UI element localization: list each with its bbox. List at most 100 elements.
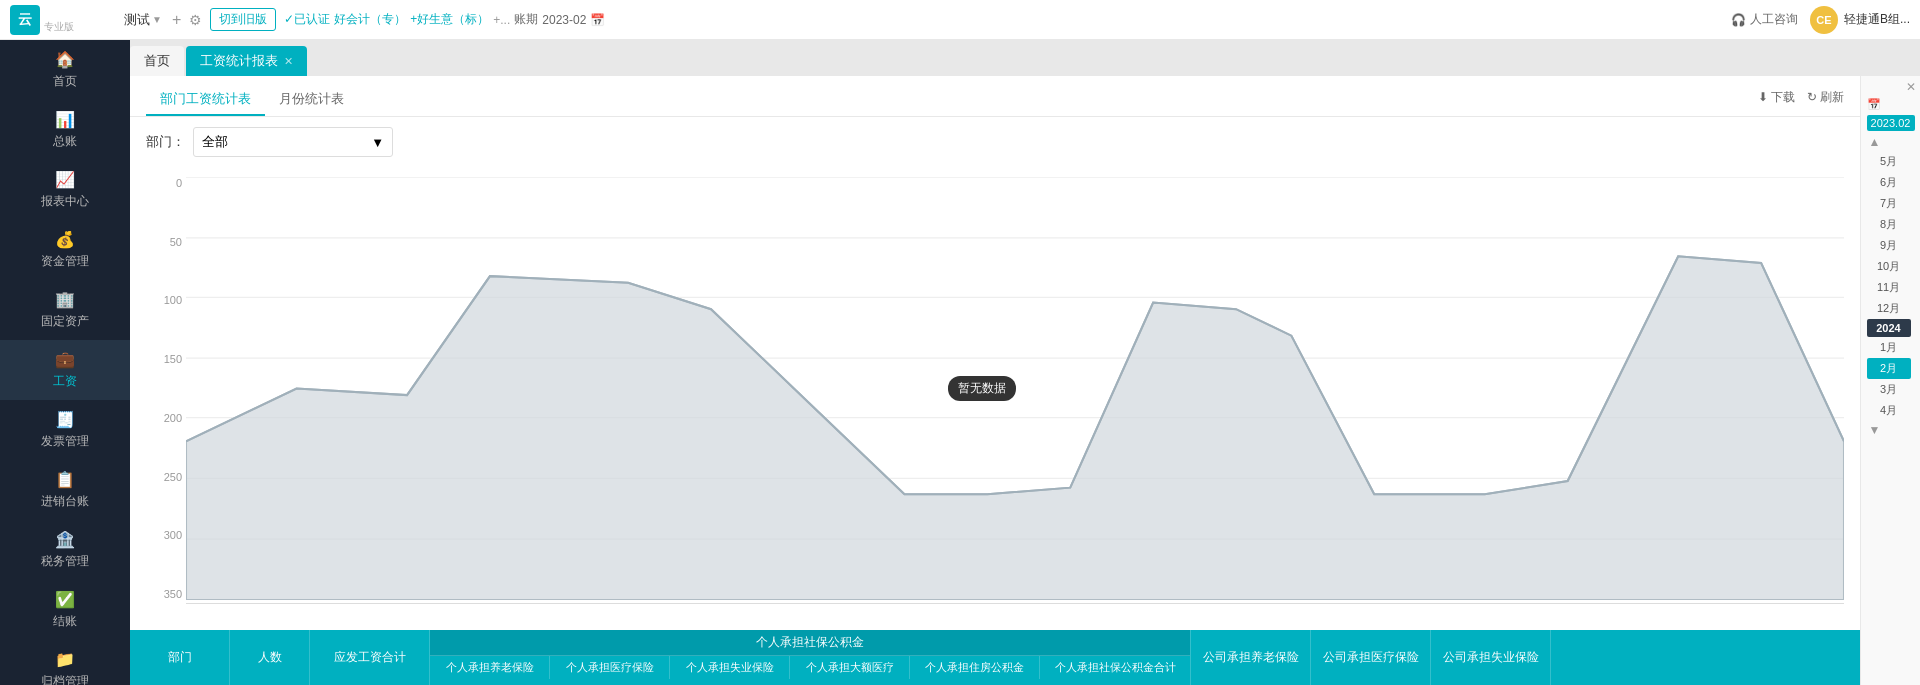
tab-bar: 首页 工资统计报表 ✕ xyxy=(130,40,1920,76)
sidebar-item-label-salary: 工资 xyxy=(53,373,77,390)
rp-month-3[interactable]: 3月 xyxy=(1867,379,1911,400)
rp-month-4[interactable]: 4月 xyxy=(1867,400,1911,421)
rp-month-12[interactable]: 12月 xyxy=(1867,298,1911,319)
salary-icon: 💼 xyxy=(55,350,75,369)
chart-area-fill xyxy=(186,256,1844,600)
sidebar-item-invoice-management[interactable]: 🧾 发票管理 xyxy=(0,400,130,460)
human-consult-btn[interactable]: 🎧 人工咨询 xyxy=(1731,11,1798,28)
right-panel-year: 2023.02 xyxy=(1867,115,1915,131)
add-icon[interactable]: + xyxy=(172,11,181,29)
table-header: 部门 人数 应发工资合计 个人承担社保公积金 个人承担养老保险 个人承担医疗保险 xyxy=(130,630,1860,685)
rp-month-6[interactable]: 6月 xyxy=(1867,172,1911,193)
sidebar-item-home[interactable]: 🏠 首页 xyxy=(0,40,130,100)
th-group-personal-header: 个人承担社保公积金 xyxy=(430,630,1190,656)
chevron-down-icon[interactable]: ▼ xyxy=(152,14,162,25)
th-personal-medical: 个人承担医疗保险 xyxy=(550,656,670,679)
th-group-personal: 个人承担社保公积金 个人承担养老保险 个人承担医疗保险 个人承担失业保险 个人承… xyxy=(430,630,1191,685)
rp-month-9[interactable]: 9月 xyxy=(1867,235,1911,256)
sales-ledger-icon: 📋 xyxy=(55,470,75,489)
headset-icon: 🎧 xyxy=(1731,13,1746,27)
y-label-250: 250 xyxy=(146,471,186,483)
tab-salary-report[interactable]: 工资统计报表 ✕ xyxy=(186,46,307,76)
app-title: 畅捷通好会计 专业版 xyxy=(44,5,116,33)
dept-select[interactable]: 全部 ▼ xyxy=(193,127,393,157)
tag-good-business: +好生意（标） xyxy=(410,11,489,28)
tag-good-account: 好会计（专） xyxy=(334,11,406,28)
th-company-unemployment-label: 公司承担失业保险 xyxy=(1443,649,1539,666)
calendar-icon[interactable]: 📅 xyxy=(590,13,605,27)
rp-month-11[interactable]: 11月 xyxy=(1867,277,1911,298)
fund-management-icon: 💰 xyxy=(55,230,75,249)
refresh-icon: ↻ xyxy=(1807,90,1817,104)
switch-btn[interactable]: 切到旧版 xyxy=(210,8,276,31)
y-label-350: 350 xyxy=(146,588,186,600)
sidebar-item-label-fund-management: 资金管理 xyxy=(41,253,89,270)
sidebar-item-settlement[interactable]: ✅ 结账 xyxy=(0,580,130,640)
settings-icon[interactable]: ⚙ xyxy=(189,12,202,28)
general-ledger-icon: 📊 xyxy=(55,110,75,129)
archive-management-icon: 📁 xyxy=(55,650,75,669)
sidebar-item-label-tax-management: 税务管理 xyxy=(41,553,89,570)
human-consult-label: 人工咨询 xyxy=(1750,11,1798,28)
rp-month-1[interactable]: 1月 xyxy=(1867,337,1911,358)
chart-svg xyxy=(186,177,1844,600)
download-btn[interactable]: ⬇ 下载 xyxy=(1758,89,1795,106)
tag-period-value: 2023-02 xyxy=(542,13,586,27)
content-area: 首页 工资统计报表 ✕ 部门工资统计表 月份统计表 xyxy=(130,40,1920,685)
th-company-unemployment: 公司承担失业保险 xyxy=(1431,630,1551,685)
right-panel-top: 📅 2023.02 ▲ 5月 6月 7月 8月 9月 10月 11月 12月 2… xyxy=(1867,98,1915,439)
top-header: 云 畅捷通好会计 专业版 测试 ▼ + ⚙ 切到旧版 ✓已认证 好会计（专） +… xyxy=(0,0,1920,40)
refresh-btn[interactable]: ↻ 刷新 xyxy=(1807,89,1844,106)
sidebar-item-report-center[interactable]: 📈 报表中心 xyxy=(0,160,130,220)
tab-close-icon[interactable]: ✕ xyxy=(284,55,293,68)
th-dept: 部门 xyxy=(130,630,230,685)
sidebar-item-tax-management[interactable]: 🏦 税务管理 xyxy=(0,520,130,580)
refresh-label: 刷新 xyxy=(1820,89,1844,106)
status-tags: ✓已认证 好会计（专） +好生意（标） +... 账期 2023-02 📅 xyxy=(284,11,605,28)
rp-arrow-down[interactable]: ▼ xyxy=(1867,421,1915,439)
sidebar-item-label-home: 首页 xyxy=(53,73,77,90)
report-center-icon: 📈 xyxy=(55,170,75,189)
download-label: 下载 xyxy=(1771,89,1795,106)
th-personal-housing-fund: 个人承担住房公积金 xyxy=(910,656,1040,679)
sub-tab-bar: 部门工资统计表 月份统计表 ⬇ 下载 ↻ 刷新 xyxy=(130,76,1860,117)
download-icon: ⬇ xyxy=(1758,90,1768,104)
inner-with-panel: 部门工资统计表 月份统计表 ⬇ 下载 ↻ 刷新 xyxy=(130,76,1920,685)
tab-home[interactable]: 首页 xyxy=(130,46,184,76)
invoice-management-icon: 🧾 xyxy=(55,410,75,429)
chart-svg-area: 暂无数据 xyxy=(186,177,1844,620)
tag-more: +... xyxy=(493,13,510,27)
right-panel-header: 📅 xyxy=(1867,98,1915,111)
th-personal-total: 个人承担社保公积金合计 xyxy=(1040,656,1190,679)
sub-tab-monthly-salary[interactable]: 月份统计表 xyxy=(265,84,358,116)
sidebar-item-fixed-assets[interactable]: 🏢 固定资产 xyxy=(0,280,130,340)
sidebar-item-general-ledger[interactable]: 📊 总账 xyxy=(0,100,130,160)
sub-tab-dept-salary[interactable]: 部门工资统计表 xyxy=(146,84,265,116)
header-actions: + ⚙ 切到旧版 ✓已认证 好会计（专） +好生意（标） +... 账期 202… xyxy=(172,8,605,31)
th-payable-salary: 应发工资合计 xyxy=(310,630,430,685)
tag-period-label: 账期 xyxy=(514,11,538,28)
sidebar-item-label-fixed-assets: 固定资产 xyxy=(41,313,89,330)
sidebar-item-archive-management[interactable]: 📁 归档管理 xyxy=(0,640,130,685)
chart-wrapper: 350 300 250 200 150 100 50 0 xyxy=(146,177,1844,620)
sidebar-item-fund-management[interactable]: 💰 资金管理 xyxy=(0,220,130,280)
sidebar: 🏠 首页 📊 总账 📈 报表中心 💰 资金管理 🏢 固定资产 💼 工资 🧾 发票… xyxy=(0,40,130,685)
sidebar-item-salary[interactable]: 💼 工资 xyxy=(0,340,130,400)
th-personal-unemployment: 个人承担失业保险 xyxy=(670,656,790,679)
sidebar-item-label-sales-ledger: 进销台账 xyxy=(41,493,89,510)
user-info[interactable]: CE 轻捷通B组... xyxy=(1810,6,1910,34)
rp-month-7[interactable]: 7月 xyxy=(1867,193,1911,214)
sidebar-item-sales-ledger[interactable]: 📋 进销台账 xyxy=(0,460,130,520)
right-panel-close-btn[interactable]: ✕ xyxy=(1906,80,1916,94)
th-headcount-label: 人数 xyxy=(258,649,282,666)
rp-month-8[interactable]: 8月 xyxy=(1867,214,1911,235)
main-layout: 🏠 首页 📊 总账 📈 报表中心 💰 资金管理 🏢 固定资产 💼 工资 🧾 发票… xyxy=(0,40,1920,685)
rp-month-2[interactable]: 2月 xyxy=(1867,358,1911,379)
rp-arrow-up[interactable]: ▲ xyxy=(1867,133,1915,151)
th-company-pension: 公司承担养老保险 xyxy=(1191,630,1311,685)
rp-month-5[interactable]: 5月 xyxy=(1867,151,1911,172)
th-headcount: 人数 xyxy=(230,630,310,685)
y-label-0: 0 xyxy=(146,177,186,189)
rp-month-10[interactable]: 10月 xyxy=(1867,256,1911,277)
th-personal-pension: 个人承担养老保险 xyxy=(430,656,550,679)
